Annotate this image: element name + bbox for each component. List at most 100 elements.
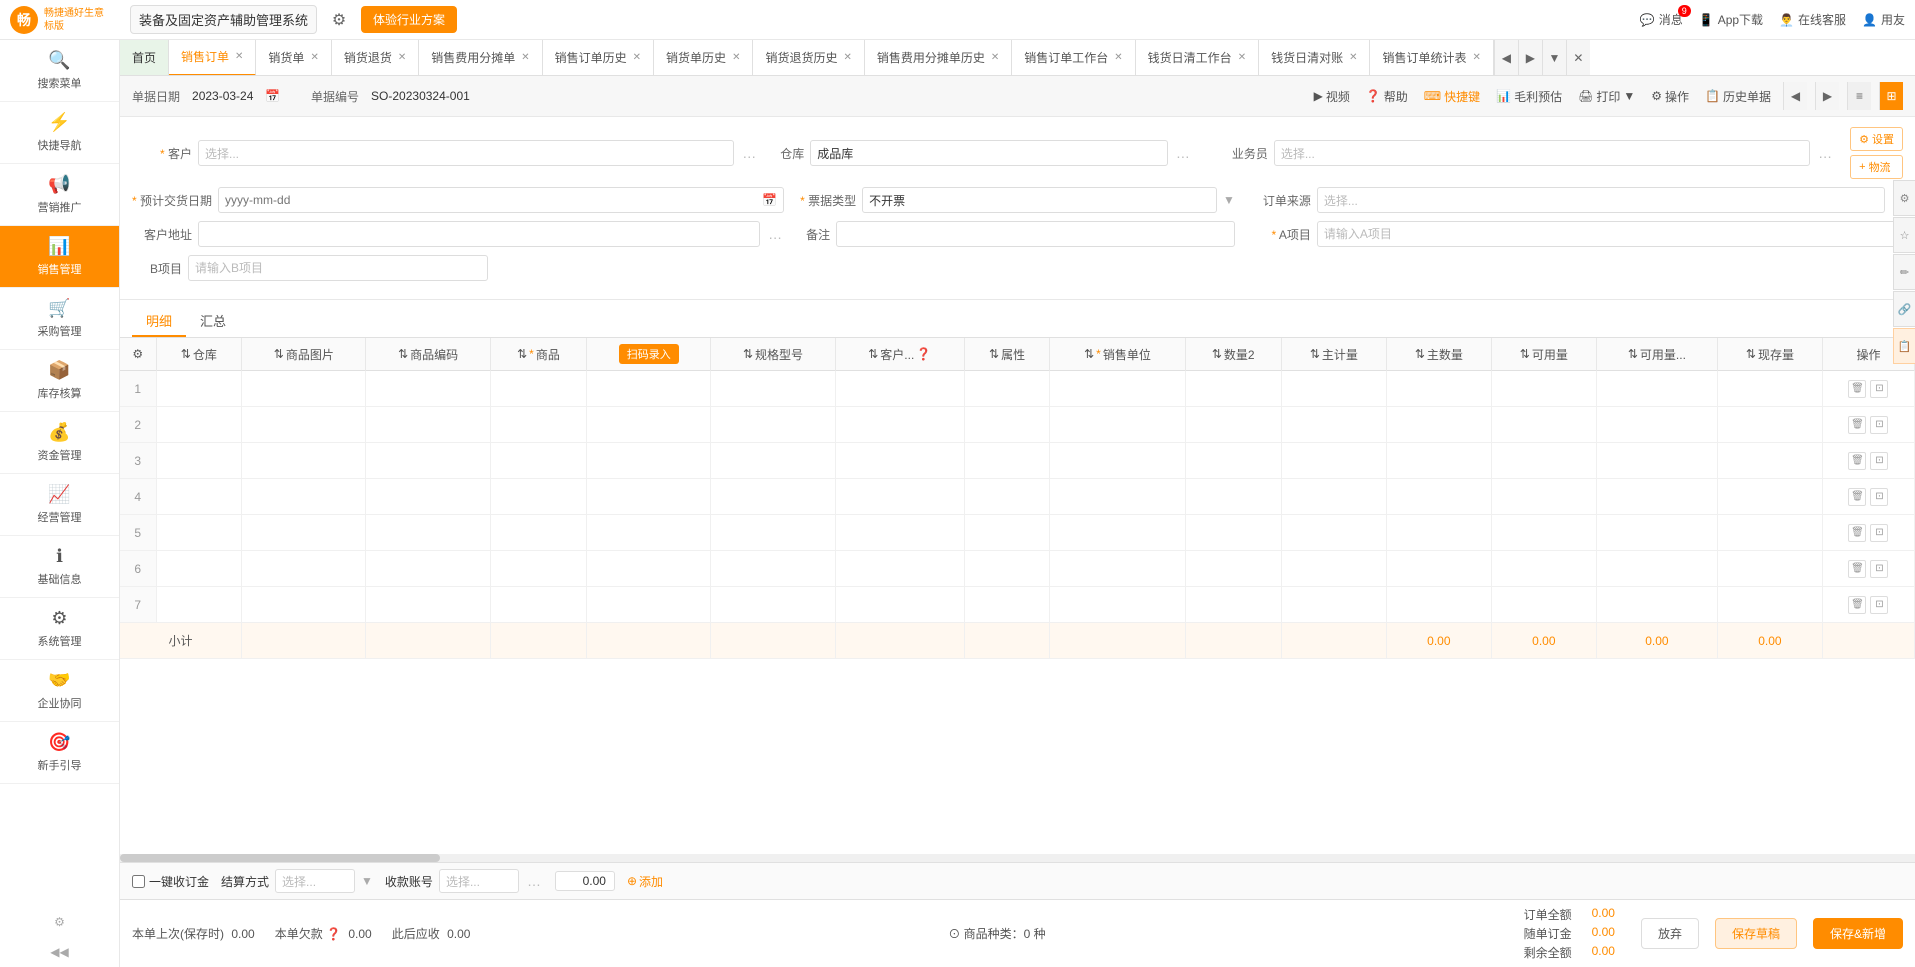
row-2-spec[interactable] <box>711 407 835 443</box>
sidebar-item-inventory[interactable]: 📦 库存核算 <box>0 350 119 412</box>
profit-preview-btn[interactable]: 📊 毛利预估 <box>1492 86 1566 107</box>
tab-order-workbench[interactable]: 销售订单工作台 ✕ <box>1012 40 1135 76</box>
row-2-available[interactable] <box>1491 407 1596 443</box>
th-available[interactable]: ⇅可用量 <box>1491 338 1596 371</box>
close-daily-reconcile-tab[interactable]: ✕ <box>1349 52 1357 63</box>
sidebar-item-newbie[interactable]: 🎯 新手引导 <box>0 722 119 784</box>
discard-btn[interactable]: 放弃 <box>1641 918 1699 949</box>
row-2-attrs[interactable] <box>964 407 1050 443</box>
tab-sales-order[interactable]: 销售订单 ✕ <box>169 40 256 76</box>
scan-btn[interactable]: 扫码录入 <box>619 344 679 364</box>
app-download-btn[interactable]: 📱 App下载 <box>1699 11 1763 28</box>
th-spec[interactable]: ⇅规格型号 <box>711 338 835 371</box>
tab-next-btn[interactable]: ▶ <box>1518 40 1542 76</box>
tab-sales-order-history[interactable]: 销售订单历史 ✕ <box>543 40 654 76</box>
salesperson-dots-btn[interactable]: … <box>1816 145 1834 161</box>
row-2-image[interactable] <box>242 407 366 443</box>
rqb-1[interactable]: ⚙ <box>1893 180 1915 216</box>
row-1-copy-btn[interactable]: ⊡ <box>1870 380 1888 398</box>
tab-daily-workbench[interactable]: 钱货日清工作台 ✕ <box>1136 40 1259 76</box>
history-btn[interactable]: 📋 历史单据 <box>1701 86 1775 107</box>
row-2-warehouse[interactable] <box>156 407 242 443</box>
th-product[interactable]: ⇅*商品 <box>490 338 586 371</box>
row-2-available2[interactable] <box>1596 407 1717 443</box>
customer-dots-btn[interactable]: … <box>740 145 758 161</box>
row-2-copy-btn[interactable]: ⊡ <box>1870 416 1888 434</box>
close-sales-order-history-tab[interactable]: ✕ <box>633 52 641 63</box>
close-sales-expense-tab[interactable]: ✕ <box>521 52 529 63</box>
th-warehouse[interactable]: ⇅仓库 <box>156 338 242 371</box>
th-qty2[interactable]: ⇅数量2 <box>1185 338 1281 371</box>
row-7-delete-btn[interactable]: 🗑 <box>1848 596 1866 614</box>
row-2-product[interactable] <box>490 407 586 443</box>
row-1-product[interactable] <box>490 371 586 407</box>
row-6-copy-btn[interactable]: ⊡ <box>1870 560 1888 578</box>
detail-tab-summary[interactable]: 汇总 <box>186 306 240 337</box>
add-payment-btn[interactable]: ⊕ 添加 <box>627 873 663 890</box>
delivery-date-input[interactable] <box>219 190 756 210</box>
sidebar-item-purchase[interactable]: 🛒 采购管理 <box>0 288 119 350</box>
sidebar-item-base[interactable]: ℹ 基础信息 <box>0 536 119 598</box>
tab-sales-stats[interactable]: 销售订单统计表 ✕ <box>1370 40 1493 76</box>
sidebar-item-sales[interactable]: 📊 销售管理 <box>0 226 119 288</box>
sidebar-item-system[interactable]: ⚙ 系统管理 <box>0 598 119 660</box>
form-next-btn[interactable]: ▶ <box>1815 82 1839 110</box>
tab-expense-history[interactable]: 销售费用分摊单历史 ✕ <box>865 40 1012 76</box>
sidebar-item-marketing[interactable]: 📢 营销推广 <box>0 164 119 226</box>
row-1-unit[interactable] <box>1050 371 1185 407</box>
invoice-type-select[interactable]: 不开票 <box>862 187 1217 213</box>
delivery-date-icon[interactable]: 📅 <box>756 193 783 207</box>
row-2-qty2[interactable] <box>1185 407 1281 443</box>
customer-address-input[interactable] <box>198 221 760 247</box>
tab-more-btn[interactable]: ▼ <box>1542 40 1566 76</box>
close-sales-return-tab[interactable]: ✕ <box>398 52 406 63</box>
view-btn[interactable]: ▶ 视频 <box>1310 86 1354 107</box>
scrollbar-track[interactable] <box>120 854 1915 862</box>
row-1-spec[interactable] <box>711 371 835 407</box>
shortcut-btn[interactable]: ⌨ 快捷键 <box>1420 86 1484 107</box>
th-main-unit[interactable]: ⇅主计量 <box>1281 338 1386 371</box>
a-project-input[interactable] <box>1317 221 1903 247</box>
warehouse-input[interactable]: 成品库 <box>810 140 1168 166</box>
user-avatar[interactable]: 👤 用友 <box>1862 11 1905 28</box>
row-2-main-unit[interactable] <box>1281 407 1386 443</box>
customer-input[interactable]: 选择... <box>198 140 734 166</box>
row-1-warehouse[interactable] <box>156 371 242 407</box>
rqb-3[interactable]: ✏ <box>1893 254 1915 290</box>
close-sales-stats-tab[interactable]: ✕ <box>1473 52 1481 63</box>
tab-sales-invoice[interactable]: 销货单 ✕ <box>256 40 331 76</box>
order-source-input[interactable]: 选择... <box>1317 187 1885 213</box>
th-settings[interactable]: ⚙ <box>120 338 156 371</box>
row-4-copy-btn[interactable]: ⊡ <box>1870 488 1888 506</box>
calendar-icon[interactable]: 📅 <box>265 89 280 103</box>
th-attrs[interactable]: ⇅属性 <box>964 338 1050 371</box>
row-1-attrs[interactable] <box>964 371 1050 407</box>
print-btn[interactable]: 🖨 打印 ▼ <box>1574 86 1639 107</box>
scrollbar-thumb[interactable] <box>120 854 440 862</box>
th-customer-code[interactable]: ⇅客户...❓ <box>835 338 964 371</box>
warehouse-dots-btn[interactable]: … <box>1174 145 1192 161</box>
rqb-4[interactable]: 🔗 <box>1893 291 1915 327</box>
th-scan[interactable]: 扫码录入 <box>587 338 711 371</box>
tab-prev-btn[interactable]: ◀ <box>1494 40 1518 76</box>
row-5-delete-btn[interactable]: 🗑 <box>1848 524 1866 542</box>
th-image[interactable]: ⇅商品图片 <box>242 338 366 371</box>
tab-daily-reconcile[interactable]: 钱货日清对账 ✕ <box>1259 40 1370 76</box>
save-draft-btn[interactable]: 保存草稿 <box>1715 918 1797 949</box>
sidebar-settings-btn[interactable]: ⚙ <box>0 907 119 937</box>
sidebar-item-finance[interactable]: 💰 资金管理 <box>0 412 119 474</box>
form-logistics-btn[interactable]: + 物流 <box>1850 155 1903 179</box>
th-code[interactable]: ⇅商品编码 <box>366 338 490 371</box>
row-1-main-unit[interactable] <box>1281 371 1386 407</box>
sidebar-item-search[interactable]: 🔍 搜索菜单 <box>0 40 119 102</box>
tab-close-all-btn[interactable]: ✕ <box>1566 40 1590 76</box>
sidebar-item-operations[interactable]: 📈 经营管理 <box>0 474 119 536</box>
online-support-btn[interactable]: 👨‍💼 在线客服 <box>1779 11 1846 28</box>
help-btn[interactable]: ❓ 帮助 <box>1362 86 1412 107</box>
th-unit[interactable]: ⇅*销售单位 <box>1050 338 1185 371</box>
row-1-image[interactable] <box>242 371 366 407</box>
rqb-2[interactable]: ☆ <box>1893 217 1915 253</box>
tab-return-history[interactable]: 销货退货历史 ✕ <box>753 40 864 76</box>
b-project-input[interactable] <box>188 255 488 281</box>
close-expense-history-tab[interactable]: ✕ <box>991 52 999 63</box>
